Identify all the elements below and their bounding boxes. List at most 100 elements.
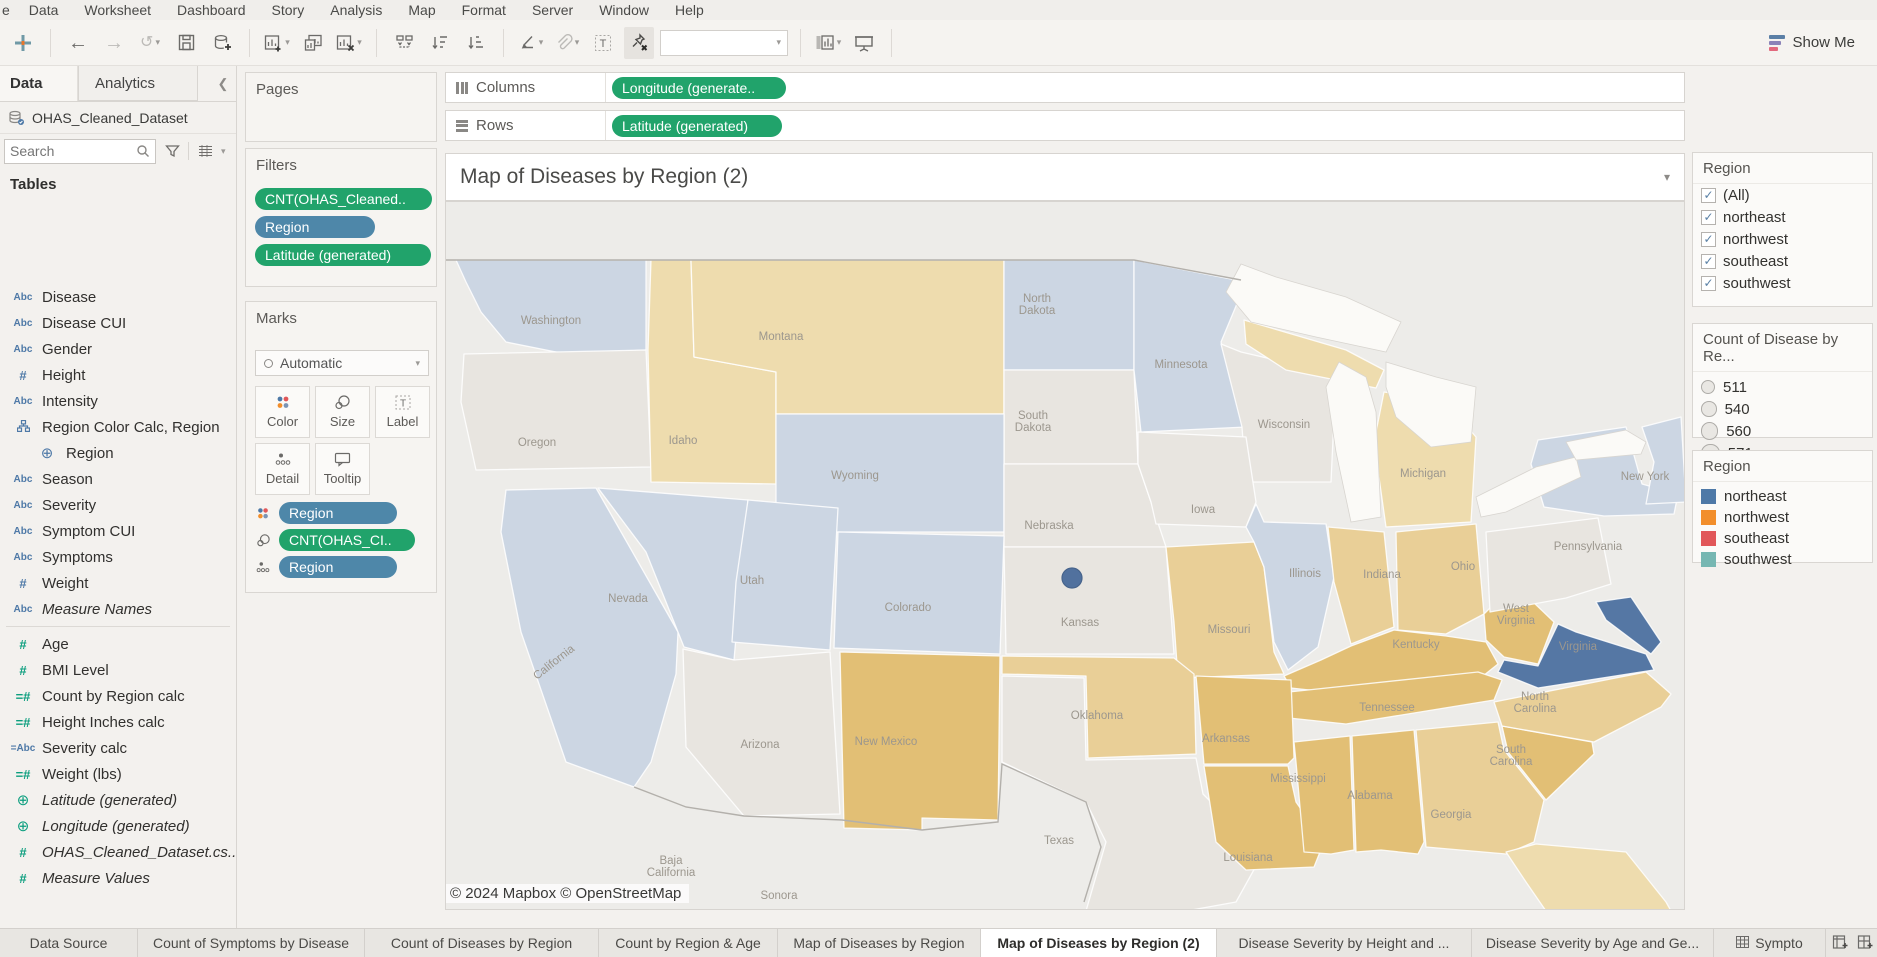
menu-item-analysis[interactable]: Analysis	[317, 2, 395, 18]
marks-button-label[interactable]: T Label	[375, 386, 430, 438]
filter-pill-latitudegenerated[interactable]: Latitude (generated)	[255, 244, 431, 266]
checkbox-checked[interactable]: ✓	[1701, 209, 1716, 225]
mark-type-dropdown[interactable]: Automatic ▾	[255, 350, 429, 376]
search-input[interactable]	[10, 143, 136, 159]
color-legend-item-northwest[interactable]: northwest	[1693, 507, 1872, 528]
size-legend-item-540[interactable]: 540	[1693, 398, 1872, 420]
swap-rows-columns-button[interactable]	[389, 27, 419, 59]
marks-button-tooltip[interactable]: Tooltip	[315, 443, 370, 495]
field-severity[interactable]: Abc Severity	[0, 492, 236, 518]
save-button[interactable]	[171, 27, 201, 59]
undo-button[interactable]: ←	[63, 27, 93, 59]
color-legend-item-southeast[interactable]: southeast	[1693, 528, 1872, 549]
search-box[interactable]	[4, 138, 156, 164]
color-legend-item-northeast[interactable]: northeast	[1693, 486, 1872, 507]
view-options-caret[interactable]: ▾	[221, 146, 226, 157]
sheet-tab-sympto[interactable]: Sympto	[1714, 929, 1826, 957]
sheet-tab-data-source[interactable]: Data Source	[0, 929, 138, 957]
tab-analytics[interactable]: Analytics	[78, 66, 198, 101]
new-worksheet-tab-button[interactable]	[1832, 934, 1849, 953]
sheet-tab-map-of-diseases-by-region[interactable]: Map of Diseases by Region	[778, 929, 981, 957]
region-filter-item-northeast[interactable]: ✓ northeast	[1693, 206, 1872, 228]
state-colorado[interactable]	[833, 531, 1005, 655]
field-bmi-level[interactable]: # BMI Level	[0, 657, 236, 683]
datasource-row[interactable]: OHAS_Cleaned_Dataset	[0, 102, 236, 134]
rows-shelf[interactable]: Rows Latitude (generated)	[445, 110, 1685, 141]
field-height-inches-calc[interactable]: =# Height Inches calc	[0, 709, 236, 735]
sort-descending-button[interactable]	[461, 27, 491, 59]
sheet-title-caret[interactable]: ▾	[1664, 170, 1670, 184]
new-worksheet-button[interactable]: ▾	[262, 27, 292, 59]
text-label-button[interactable]: T	[588, 27, 618, 59]
show-me-button[interactable]: Show Me	[1769, 34, 1869, 51]
revert-button[interactable]: ↺ ▾	[135, 27, 165, 59]
size-legend-item-560[interactable]: 560	[1693, 420, 1872, 442]
state-oregon[interactable]	[460, 349, 652, 471]
sort-ascending-button[interactable]	[425, 27, 455, 59]
field-latitude-generated-[interactable]: ⊕ Latitude (generated)	[0, 787, 236, 813]
redo-button[interactable]: →	[99, 27, 129, 59]
new-datasource-button[interactable]	[207, 27, 237, 59]
menu-item-server[interactable]: Server	[519, 2, 586, 18]
show-hide-cards-button[interactable]: ▾	[813, 27, 843, 59]
choropleth-map[interactable]: Washington Oregon Idaho Montana North Dakota S…	[446, 202, 1685, 910]
field-measure-values[interactable]: # Measure Values	[0, 865, 236, 891]
checkbox-checked[interactable]: ✓	[1701, 231, 1716, 247]
field-severity-calc[interactable]: =Abc Severity calc	[0, 735, 236, 761]
duplicate-sheet-button[interactable]	[298, 27, 328, 59]
highlight-button[interactable]: ▾	[516, 27, 546, 59]
marks-pill-region[interactable]: Region	[279, 556, 397, 578]
checkbox-checked[interactable]: ✓	[1701, 275, 1716, 291]
state-ohio[interactable]	[1395, 523, 1485, 635]
filter-pill-cntohas_cleaned[interactable]: CNT(OHAS_Cleaned..	[255, 188, 432, 210]
presentation-mode-button[interactable]	[849, 27, 879, 59]
field-gender[interactable]: Abc Gender	[0, 336, 236, 362]
filters-shelf[interactable]: Filters CNT(OHAS_Cleaned.. Region Latitude…	[245, 148, 437, 287]
tableau-logo-icon[interactable]	[8, 27, 38, 59]
new-dashboard-tab-button[interactable]	[1857, 934, 1874, 953]
field-count-by-region-calc[interactable]: =# Count by Region calc	[0, 683, 236, 709]
checkbox-checked[interactable]: ✓	[1701, 187, 1716, 203]
marks-pill-region[interactable]: Region	[279, 502, 397, 524]
sheet-tab-count-by-region-age[interactable]: Count by Region & Age	[599, 929, 778, 957]
columns-pill[interactable]: Longitude (generate..	[612, 76, 786, 99]
sheet-tab-map-of-diseases-by-region-2-[interactable]: Map of Diseases by Region (2)	[981, 929, 1217, 957]
state-mississippi[interactable]	[1293, 735, 1355, 855]
sheet-tab-count-of-symptoms-by-disease[interactable]: Count of Symptoms by Disease	[138, 929, 365, 957]
menu-item-help[interactable]: Help	[662, 2, 717, 18]
marks-button-size[interactable]: Size	[315, 386, 370, 438]
size-legend-item-511[interactable]: 511	[1693, 376, 1872, 398]
region-filter-item-southeast[interactable]: ✓ southeast	[1693, 250, 1872, 272]
region-filter-item-southwest[interactable]: ✓ southwest	[1693, 272, 1872, 294]
field-longitude-generated-[interactable]: ⊕ Longitude (generated)	[0, 813, 236, 839]
field-disease[interactable]: Abc Disease	[0, 284, 236, 310]
color-legend-item-southwest[interactable]: southwest	[1693, 549, 1872, 570]
clear-sheet-button[interactable]: ▾	[334, 27, 364, 59]
format-dropdown[interactable]: ▾	[660, 29, 788, 56]
field-weight-lbs-[interactable]: =# Weight (lbs)	[0, 761, 236, 787]
field-height[interactable]: # Height	[0, 362, 236, 388]
annotation-button[interactable]: ▾	[552, 27, 582, 59]
marks-pill-cntohas_ci[interactable]: CNT(OHAS_CI..	[279, 529, 415, 551]
rows-pill[interactable]: Latitude (generated)	[612, 114, 782, 137]
checkbox-checked[interactable]: ✓	[1701, 253, 1716, 269]
view-options-icon[interactable]	[194, 140, 216, 162]
field-disease-cui[interactable]: Abc Disease CUI	[0, 310, 236, 336]
menu-item-e[interactable]: e	[0, 2, 16, 18]
map-mark-dot[interactable]	[1061, 567, 1083, 589]
map-view[interactable]: Washington Oregon Idaho Montana North Dakota S…	[445, 201, 1685, 910]
collapse-pane-button[interactable]: ❮	[210, 66, 236, 101]
marks-card[interactable]: Marks Automatic ▾ Color Size T Label Detail T…	[245, 301, 437, 593]
marks-button-color[interactable]: Color	[255, 386, 310, 438]
sheet-tab-count-of-diseases-by-region[interactable]: Count of Diseases by Region	[365, 929, 599, 957]
field-measure-names[interactable]: Abc Measure Names	[0, 596, 236, 622]
menu-item-dashboard[interactable]: Dashboard	[164, 2, 259, 18]
field-ohas_cleaned_dataset-cs-[interactable]: # OHAS_Cleaned_Dataset.cs...	[0, 839, 236, 865]
state-arkansas[interactable]	[1195, 675, 1295, 765]
sheet-tab-disease-severity-by-height-and-[interactable]: Disease Severity by Height and ...	[1217, 929, 1472, 957]
pages-shelf[interactable]: Pages	[245, 72, 437, 142]
field-region[interactable]: ⊕ Region	[0, 440, 236, 466]
field-symptoms[interactable]: Abc Symptoms	[0, 544, 236, 570]
menu-item-story[interactable]: Story	[259, 2, 318, 18]
field-intensity[interactable]: Abc Intensity	[0, 388, 236, 414]
